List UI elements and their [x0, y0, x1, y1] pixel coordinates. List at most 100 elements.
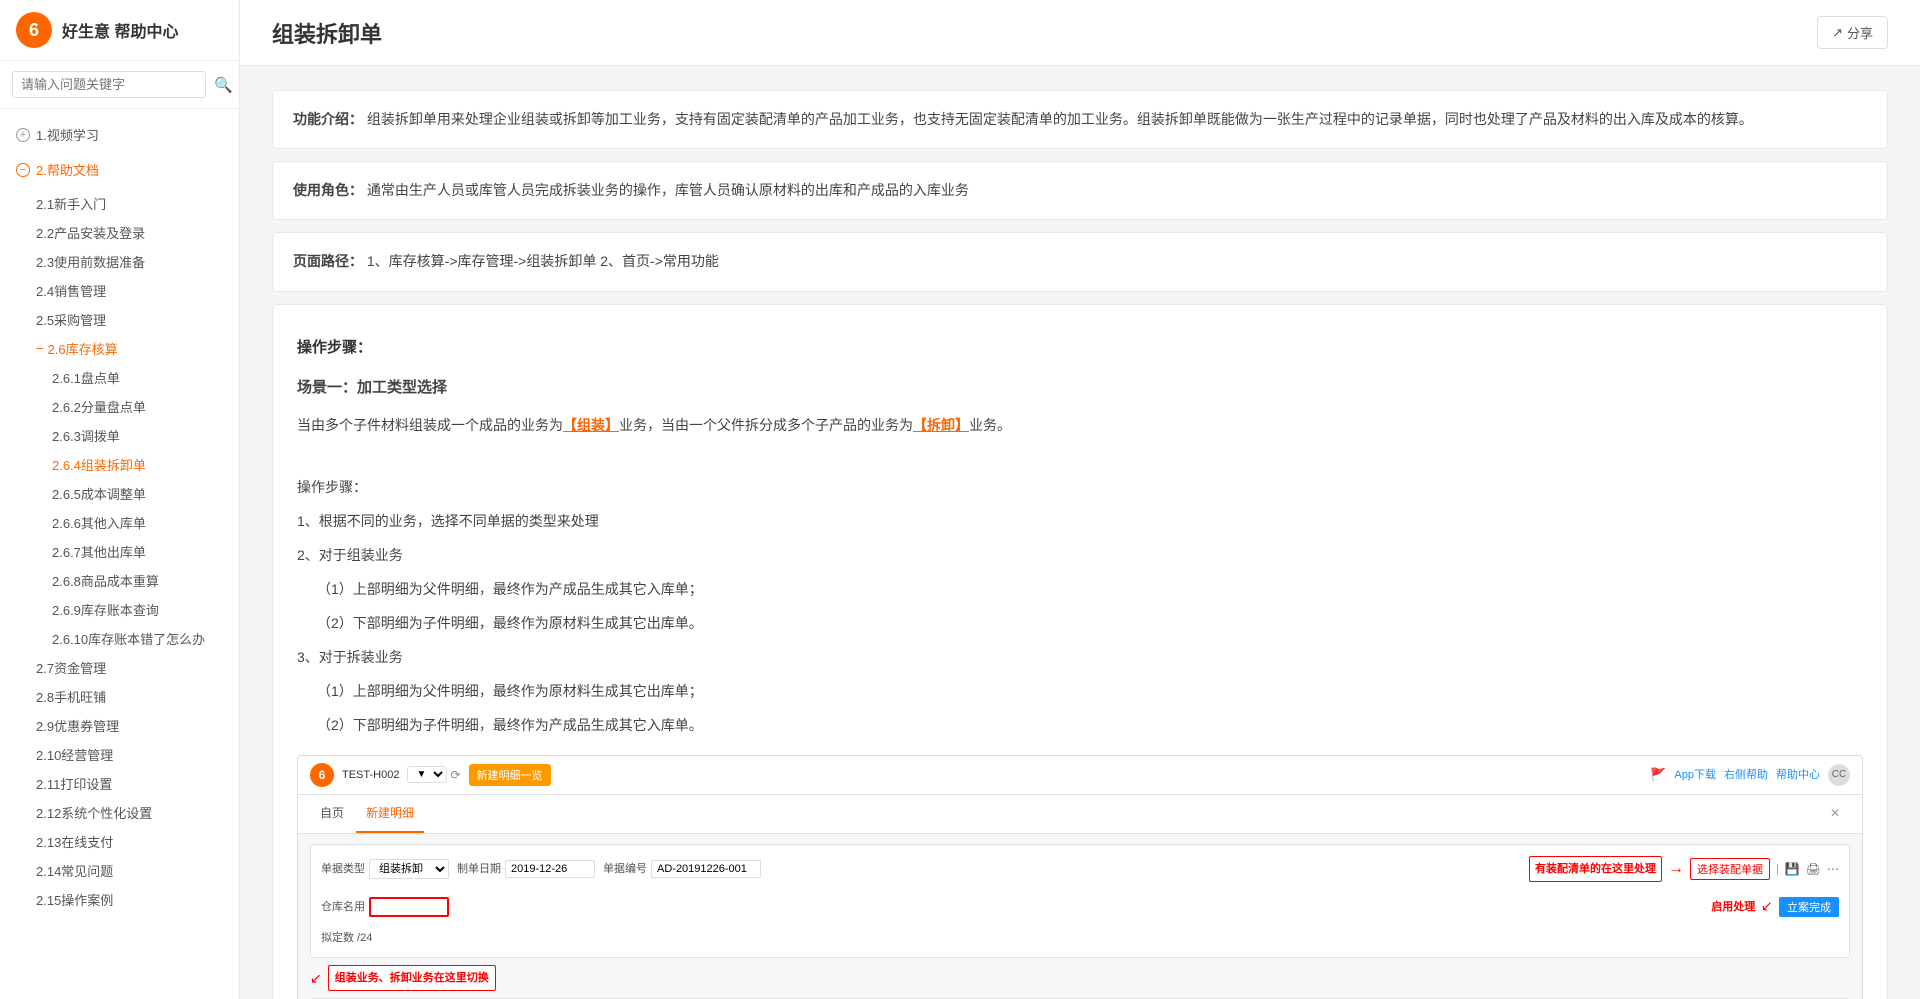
- feature-block: 功能介绍： 组装拆卸单用来处理企业组装或拆卸等加工业务，支持有固定装配清单的产品…: [272, 90, 1888, 149]
- step3-1: （1）上部明细为父件明细，最终作为原材料生成其它出库单；: [317, 677, 1863, 705]
- sidebar-item-2-6-8[interactable]: 2.6.8商品成本重算: [52, 566, 239, 595]
- share-icon: ↗: [1832, 25, 1843, 41]
- sidebar-item-label: 1.视频学习: [36, 125, 99, 144]
- sidebar-item-2-6-10[interactable]: 2.6.10库存账本错了怎么办: [52, 624, 239, 653]
- sidebar: 6 好生意 帮助中心 🔍 + 1.视频学习 − 2.帮助文档 2.1新手入门 2…: [0, 0, 240, 999]
- main-content: 组装拆卸单 ↗ 分享 功能介绍： 组装拆卸单用来处理企业组装或拆卸等加工业务，支…: [240, 0, 1920, 999]
- sidebar-item-2-6-9[interactable]: 2.6.9库存账本查询: [52, 595, 239, 624]
- sidebar-item-2-6-5[interactable]: 2.6.5成本调整单: [52, 479, 239, 508]
- ss-date-field: 制单日期: [457, 858, 595, 880]
- sidebar-item-2-6-7[interactable]: 2.6.7其他出库单: [52, 537, 239, 566]
- ss-refresh-icon: ⟳: [450, 763, 460, 787]
- ss-form-top-row: 单据类型 组装拆卸 制单日期 单据编号: [321, 853, 1839, 885]
- sidebar-item-2-8[interactable]: 2.8手机旺铺: [36, 682, 239, 711]
- ss-tab-home[interactable]: 自页: [310, 795, 354, 833]
- ss-confirm-btn[interactable]: 立案完成: [1779, 897, 1839, 917]
- ss-annotation-bom: 有装配清单的在这里处理: [1529, 856, 1662, 882]
- step1: 1、根据不同的业务，选择不同单据的类型来处理: [297, 507, 1863, 535]
- sidebar-item-2-6-6[interactable]: 2.6.6其他入库单: [52, 508, 239, 537]
- ss-form-second-row: 仓库名用 启用处理 ↗ 立案完成: [321, 893, 1839, 921]
- highlight-assemble[interactable]: 【组装】: [563, 417, 619, 433]
- sidebar-item-2-1[interactable]: 2.1新手入门: [36, 189, 239, 218]
- ss-icon-flag: 🚩: [1650, 762, 1666, 788]
- sidebar-item-2-13[interactable]: 2.13在线支付: [36, 827, 239, 856]
- ss-helpcenter-link[interactable]: 帮助中心: [1776, 764, 1820, 786]
- collapse-icon-2-6: −: [36, 341, 44, 356]
- main-header: 组装拆卸单 ↗ 分享: [240, 0, 1920, 66]
- role-text: 通常由生产人员或库管人员完成拆装业务的操作，库管人员确认原材料的出库和产成品的入…: [367, 182, 969, 198]
- ss-date-label: 制单日期: [457, 858, 501, 880]
- ss-more-icon: ⋯: [1827, 857, 1839, 881]
- ss-btn-sep: |: [1776, 858, 1779, 880]
- path-label: 页面路径：: [293, 253, 363, 269]
- ss-section-label: 组装业务、拆卸业务在这里切换: [328, 965, 496, 991]
- sidebar-item-2-3[interactable]: 2.3使用前数据准备: [36, 247, 239, 276]
- ss-topbar-right: 🚩 App下载 右侧帮助 帮助中心 CC: [1650, 762, 1850, 788]
- sidebar-item-2-9[interactable]: 2.9优惠券管理: [36, 711, 239, 740]
- logo-icon: 6: [16, 12, 52, 48]
- sidebar-sub-docs: 2.1新手入门 2.2产品安装及登录 2.3使用前数据准备 2.4销售管理 2.…: [0, 187, 239, 916]
- share-label: 分享: [1847, 23, 1873, 42]
- ss-warehouse-input[interactable]: [369, 897, 449, 917]
- ss-help-link[interactable]: 右侧帮助: [1724, 764, 1768, 786]
- scenario1-desc: 当由多个子件材料组装成一个成品的业务为【组装】业务，当由一个父件拆分成多个子产品…: [297, 411, 1863, 439]
- search-input[interactable]: [12, 71, 206, 98]
- sidebar-item-2-6-1[interactable]: 2.6.1盘点单: [52, 363, 239, 392]
- sidebar-item-2-2[interactable]: 2.2产品安装及登录: [36, 218, 239, 247]
- sidebar-item-2-6-3[interactable]: 2.6.3调拨单: [52, 421, 239, 450]
- page-title: 组装拆卸单: [272, 17, 382, 49]
- ss-type-label: 单据类型: [321, 858, 365, 880]
- role-block: 使用角色： 通常由生产人员或库管人员完成拆装业务的操作，库管人员确认原材料的出库…: [272, 161, 1888, 220]
- ss-tab-new[interactable]: 新建明细: [356, 795, 424, 833]
- sidebar-item-2-6-4[interactable]: 2.6.4组装拆卸单: [52, 450, 239, 479]
- ss-tab-close[interactable]: ✕: [1820, 795, 1850, 833]
- ss-top-controls: ▼ ⟳: [407, 763, 460, 787]
- ss-code-field: 单据编号: [603, 858, 761, 880]
- ss-new-btn[interactable]: 新建明细一览: [469, 764, 551, 786]
- sidebar-item-2-14[interactable]: 2.14常见问题: [36, 856, 239, 885]
- search-button[interactable]: 🔍: [212, 74, 235, 96]
- ops-title: 操作步骤：: [297, 333, 1863, 363]
- sidebar-item-video[interactable]: + 1.视频学习: [0, 117, 239, 152]
- nav-list: + 1.视频学习 − 2.帮助文档 2.1新手入门 2.2产品安装及登录 2.3…: [0, 109, 239, 999]
- ss-date-input[interactable]: [505, 860, 595, 878]
- collapse-icon: −: [16, 163, 30, 177]
- ss-topbar: 6 TEST-H002 ▼ ⟳ 新建明细一览 🚩 App下载 右侧帮助 帮助中心: [298, 756, 1862, 795]
- sidebar-item-2-5[interactable]: 2.5采购管理: [36, 305, 239, 334]
- sidebar-item-2-6-label: 2.6库存核算: [48, 339, 118, 358]
- sidebar-item-2-15[interactable]: 2.15操作案例: [36, 885, 239, 914]
- sidebar-item-2-11[interactable]: 2.11打印设置: [36, 769, 239, 798]
- ss-code-input[interactable]: [651, 860, 761, 878]
- ss-logo: 6: [310, 763, 334, 787]
- ss-select-dropdown[interactable]: ▼: [407, 766, 447, 783]
- sidebar-item-2-12[interactable]: 2.12系统个性化设置: [36, 798, 239, 827]
- step2-1: （1）上部明细为父件明细，最终作为产成品生成其它入库单；: [317, 575, 1863, 603]
- step3-2: （2）下部明细为子件明细，最终作为产成品生成其它入库单。: [317, 711, 1863, 739]
- sidebar-item-docs[interactable]: − 2.帮助文档: [0, 152, 239, 187]
- highlight-disassemble[interactable]: 【拆卸】: [913, 417, 969, 433]
- ss-arrow-right: →: [1668, 853, 1684, 885]
- ss-avatar: CC: [1828, 764, 1850, 786]
- step2-2: （2）下部明细为子件明细，最终作为原材料生成其它出库单。: [317, 609, 1863, 637]
- path-block: 页面路径： 1、库存核算->库存管理->组装拆卸单 2、首页->常用功能: [272, 232, 1888, 291]
- sidebar-item-2-10[interactable]: 2.10经营管理: [36, 740, 239, 769]
- share-button[interactable]: ↗ 分享: [1817, 16, 1888, 49]
- content-area: 功能介绍： 组装拆卸单用来处理企业组装或拆卸等加工业务，支持有固定装配清单的产品…: [240, 66, 1920, 999]
- ss-type-select[interactable]: 组装拆卸: [369, 859, 449, 879]
- app-title: 好生意 帮助中心: [62, 18, 178, 42]
- sidebar-item-2-7[interactable]: 2.7资金管理: [36, 653, 239, 682]
- role-label: 使用角色：: [293, 182, 363, 198]
- step3: 3、对于拆装业务: [297, 643, 1863, 671]
- sidebar-item-2-6[interactable]: − 2.6库存核算: [36, 334, 239, 363]
- ss-top-right: 有装配清单的在这里处理 → 选择装配单据 | 💾 🖨 ⋯: [769, 853, 1839, 885]
- ss-warehouse-field: 仓库名用: [321, 896, 449, 918]
- feature-text: 组装拆卸单用来处理企业组装或拆卸等加工业务，支持有固定装配清单的产品加工业务，也…: [367, 111, 1753, 127]
- sidebar-item-2-6-2[interactable]: 2.6.2分量盘点单: [52, 392, 239, 421]
- ss-select-bom-btn[interactable]: 选择装配单据: [1690, 858, 1770, 880]
- ss-code-label: 单据编号: [603, 858, 647, 880]
- ss-upper-section: 单据类型 组装拆卸 制单日期 单据编号: [310, 844, 1850, 958]
- step2: 2、对于组装业务: [297, 541, 1863, 569]
- ss-app-link[interactable]: App下载: [1674, 764, 1716, 786]
- sidebar-item-2-4[interactable]: 2.4销售管理: [36, 276, 239, 305]
- ss-nav: 自页 新建明细 ✕: [298, 795, 1862, 834]
